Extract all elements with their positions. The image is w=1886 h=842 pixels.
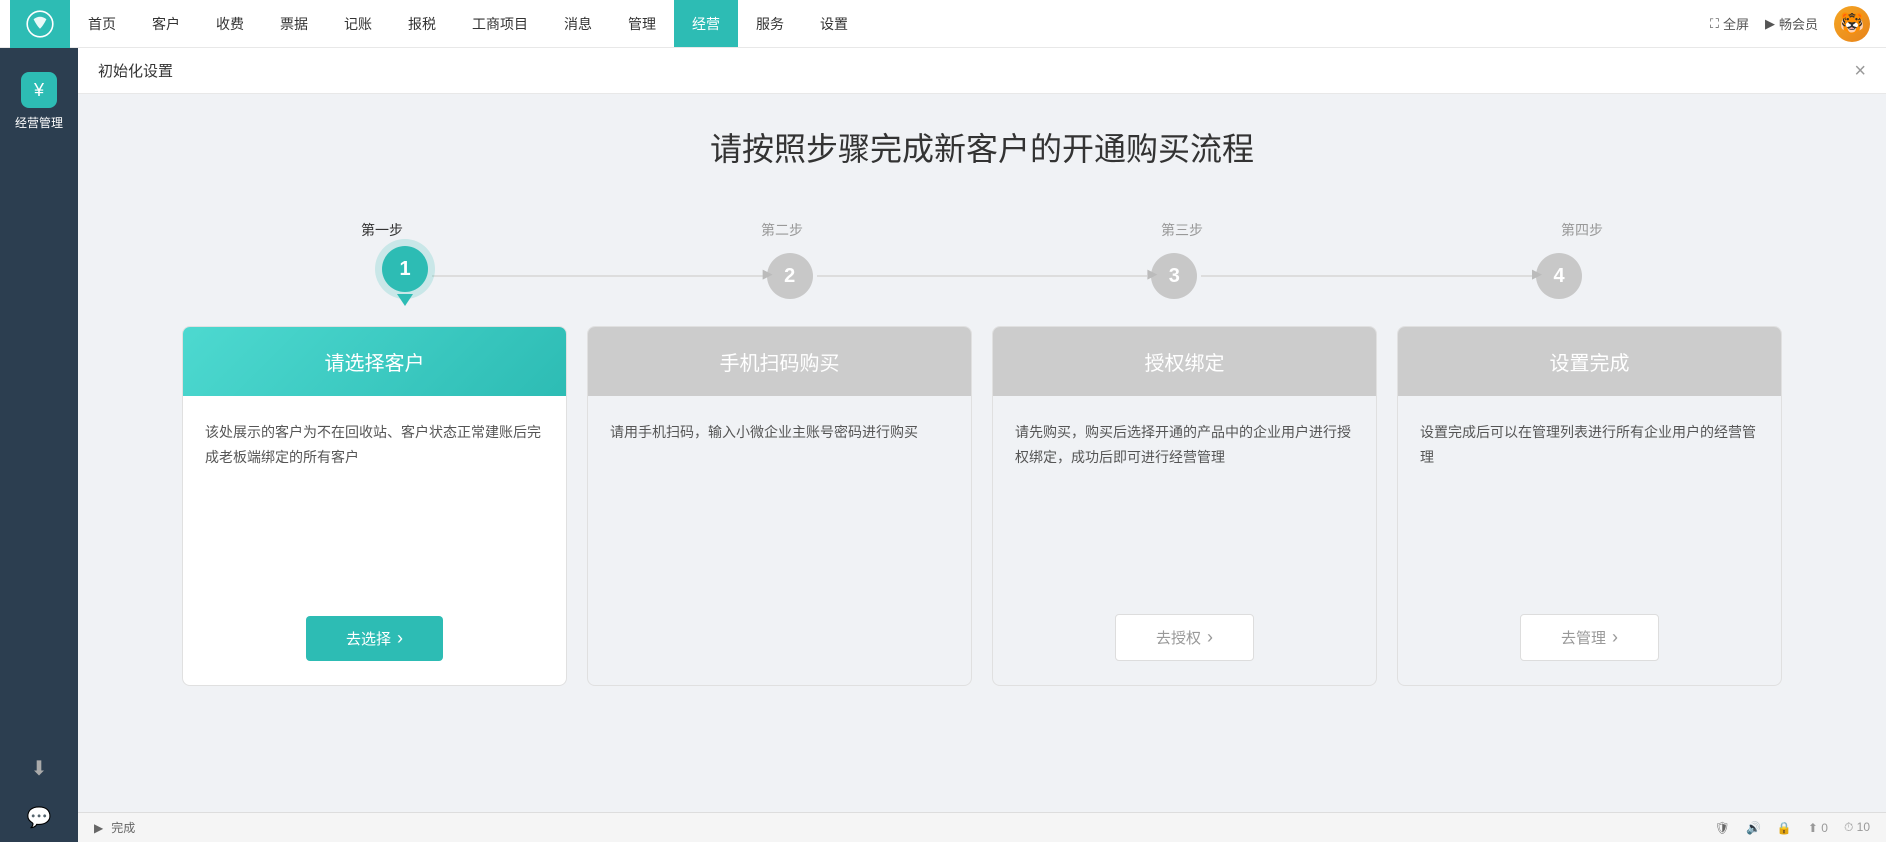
sidebar-item-operation[interactable]: ¥ 经营管理 [0, 58, 78, 145]
flow-section: 第一步 第二步 第三步 第四步 1 ▶ [182, 220, 1782, 686]
play-icon: ▶ [1765, 16, 1775, 32]
content-area: 初始化设置 × 请按照步骤完成新客户的开通购买流程 第一步 第二步 第三步 第四… [78, 48, 1886, 842]
sidebar-item-label: 经营管理 [15, 114, 63, 131]
nav-business[interactable]: 工商项目 [454, 0, 546, 47]
go-select-arrow: › [397, 628, 403, 649]
step-card-3: 授权绑定 请先购买，购买后选择开通的产品中的企业用户进行授权绑定，成功后即可进行… [992, 326, 1377, 686]
go-manage-arrow: › [1612, 627, 1618, 648]
nav-operation[interactable]: 经营 [674, 0, 738, 47]
circle-1-pointer [397, 294, 413, 306]
nav-right-actions: ⛶ 全屏 ▶ 畅会员 🐯 [1710, 6, 1886, 42]
close-button[interactable]: × [1854, 61, 1866, 81]
circle-2: 2 [767, 253, 813, 299]
cloud-status-icon: ⬆ 0 [1808, 821, 1828, 835]
card-header-1: 请选择客户 [183, 327, 566, 396]
timeline-circle-4: 4 [1536, 253, 1582, 299]
avatar[interactable]: 🐯 [1834, 6, 1870, 42]
shield-status-icon: 🛡 [1715, 821, 1730, 835]
card-body-1: 该处展示的客户为不在回收站、客户状态正常建账后完成老板端绑定的所有客户 [183, 396, 566, 600]
step-label-3: 第三步 [982, 220, 1382, 240]
support-icon: 💬 [27, 805, 52, 830]
card-footer-4: 去管理 › [1398, 598, 1781, 685]
step-label-2: 第二步 [582, 220, 982, 240]
timeline-row: 1 ▶ 2 ▶ [182, 246, 1782, 306]
download-icon: ⬇ [31, 756, 48, 781]
main-layout: ¥ 经营管理 ⬇ 💬 初始化设置 × 请按照步骤完成新客户的开通购买流程 第一步… [0, 48, 1886, 842]
nav-manage[interactable]: 管理 [610, 0, 674, 47]
card-footer-2 [588, 645, 971, 685]
cards-row: 请选择客户 该处展示的客户为不在回收站、客户状态正常建账后完成老板端绑定的所有客… [182, 326, 1782, 686]
nav-items-list: 首页 客户 收费 票据 记账 报税 工商项目 消息 管理 经营 服务 设置 [70, 0, 1710, 47]
nav-fee[interactable]: 收费 [198, 0, 262, 47]
member-button[interactable]: ▶ 畅会员 [1765, 14, 1818, 33]
play-status-icon: ▶ [94, 821, 103, 835]
fullscreen-button[interactable]: ⛶ 全屏 [1710, 14, 1749, 33]
top-navigation: 首页 客户 收费 票据 记账 报税 工商项目 消息 管理 经营 服务 设置 ⛶ … [0, 0, 1886, 48]
clock-status-icon: ⏱ 10 [1844, 820, 1870, 835]
timeline-circle-1: 1 [382, 246, 428, 306]
lock-status-icon: 🔒 [1777, 821, 1792, 835]
timeline-line-3: ▶ [1201, 275, 1532, 277]
status-complete-label: 完成 [111, 819, 135, 836]
card-body-2: 请用手机扫码，输入小微企业主账号密码进行购买 [588, 396, 971, 645]
nav-home[interactable]: 首页 [70, 0, 134, 47]
go-manage-label: 去管理 [1561, 627, 1606, 648]
nav-customer[interactable]: 客户 [134, 0, 198, 47]
app-logo [10, 0, 70, 48]
step-label-1: 第一步 [182, 220, 582, 240]
card-header-2: 手机扫码购买 [588, 327, 971, 396]
breadcrumb-bar: 初始化设置 × [78, 48, 1886, 94]
step-card-2: 手机扫码购买 请用手机扫码，输入小微企业主账号密码进行购买 [587, 326, 972, 686]
timeline-line-2: ▶ [817, 275, 1148, 277]
circle-1: 1 [382, 246, 428, 292]
operation-icon: ¥ [21, 72, 57, 108]
page-heading: 请按照步骤完成新客户的开通购买流程 [710, 124, 1254, 170]
go-authorize-button[interactable]: 去授权 › [1115, 614, 1254, 661]
go-authorize-arrow: › [1207, 627, 1213, 648]
go-select-button[interactable]: 去选择 › [306, 616, 443, 661]
go-manage-button[interactable]: 去管理 › [1520, 614, 1659, 661]
sidebar: ¥ 经营管理 ⬇ 💬 [0, 48, 78, 842]
step-label-4: 第四步 [1382, 220, 1782, 240]
timeline-line-1: ▶ [432, 275, 763, 277]
card-footer-1: 去选择 › [183, 600, 566, 685]
volume-status-icon: 🔊 [1746, 821, 1761, 835]
card-header-4: 设置完成 [1398, 327, 1781, 396]
sidebar-download[interactable]: ⬇ [0, 744, 78, 793]
nav-bill[interactable]: 票据 [262, 0, 326, 47]
page-title: 初始化设置 [98, 60, 173, 81]
circle-4: 4 [1536, 253, 1582, 299]
status-bar-right: 🛡 🔊 🔒 ⬆ 0 ⏱ 10 [1715, 820, 1870, 835]
card-body-3: 请先购买，购买后选择开通的产品中的企业用户进行授权绑定，成功后即可进行经营管理 [993, 396, 1376, 598]
nav-message[interactable]: 消息 [546, 0, 610, 47]
nav-account[interactable]: 记账 [326, 0, 390, 47]
nav-tax[interactable]: 报税 [390, 0, 454, 47]
member-label: 畅会员 [1779, 14, 1818, 33]
circle-3: 3 [1151, 253, 1197, 299]
go-authorize-label: 去授权 [1156, 627, 1201, 648]
step-labels-row: 第一步 第二步 第三步 第四步 [182, 220, 1782, 240]
page-content: 请按照步骤完成新客户的开通购买流程 第一步 第二步 第三步 第四步 1 [78, 94, 1886, 812]
step-card-4: 设置完成 设置完成后可以在管理列表进行所有企业用户的经营管理 去管理 › [1397, 326, 1782, 686]
fullscreen-label: 全屏 [1723, 14, 1749, 33]
fullscreen-icon: ⛶ [1710, 16, 1719, 32]
timeline-circle-3: 3 [1151, 253, 1197, 299]
card-footer-3: 去授权 › [993, 598, 1376, 685]
nav-service[interactable]: 服务 [738, 0, 802, 47]
card-header-3: 授权绑定 [993, 327, 1376, 396]
status-bar: ▶ 完成 🛡 🔊 🔒 ⬆ 0 ⏱ 10 [78, 812, 1886, 842]
sidebar-support[interactable]: 💬 [0, 793, 78, 842]
timeline-circle-2: 2 [767, 253, 813, 299]
step-card-1: 请选择客户 该处展示的客户为不在回收站、客户状态正常建账后完成老板端绑定的所有客… [182, 326, 567, 686]
nav-settings[interactable]: 设置 [802, 0, 866, 47]
card-body-4: 设置完成后可以在管理列表进行所有企业用户的经营管理 [1398, 396, 1781, 598]
go-select-label: 去选择 [346, 628, 391, 649]
